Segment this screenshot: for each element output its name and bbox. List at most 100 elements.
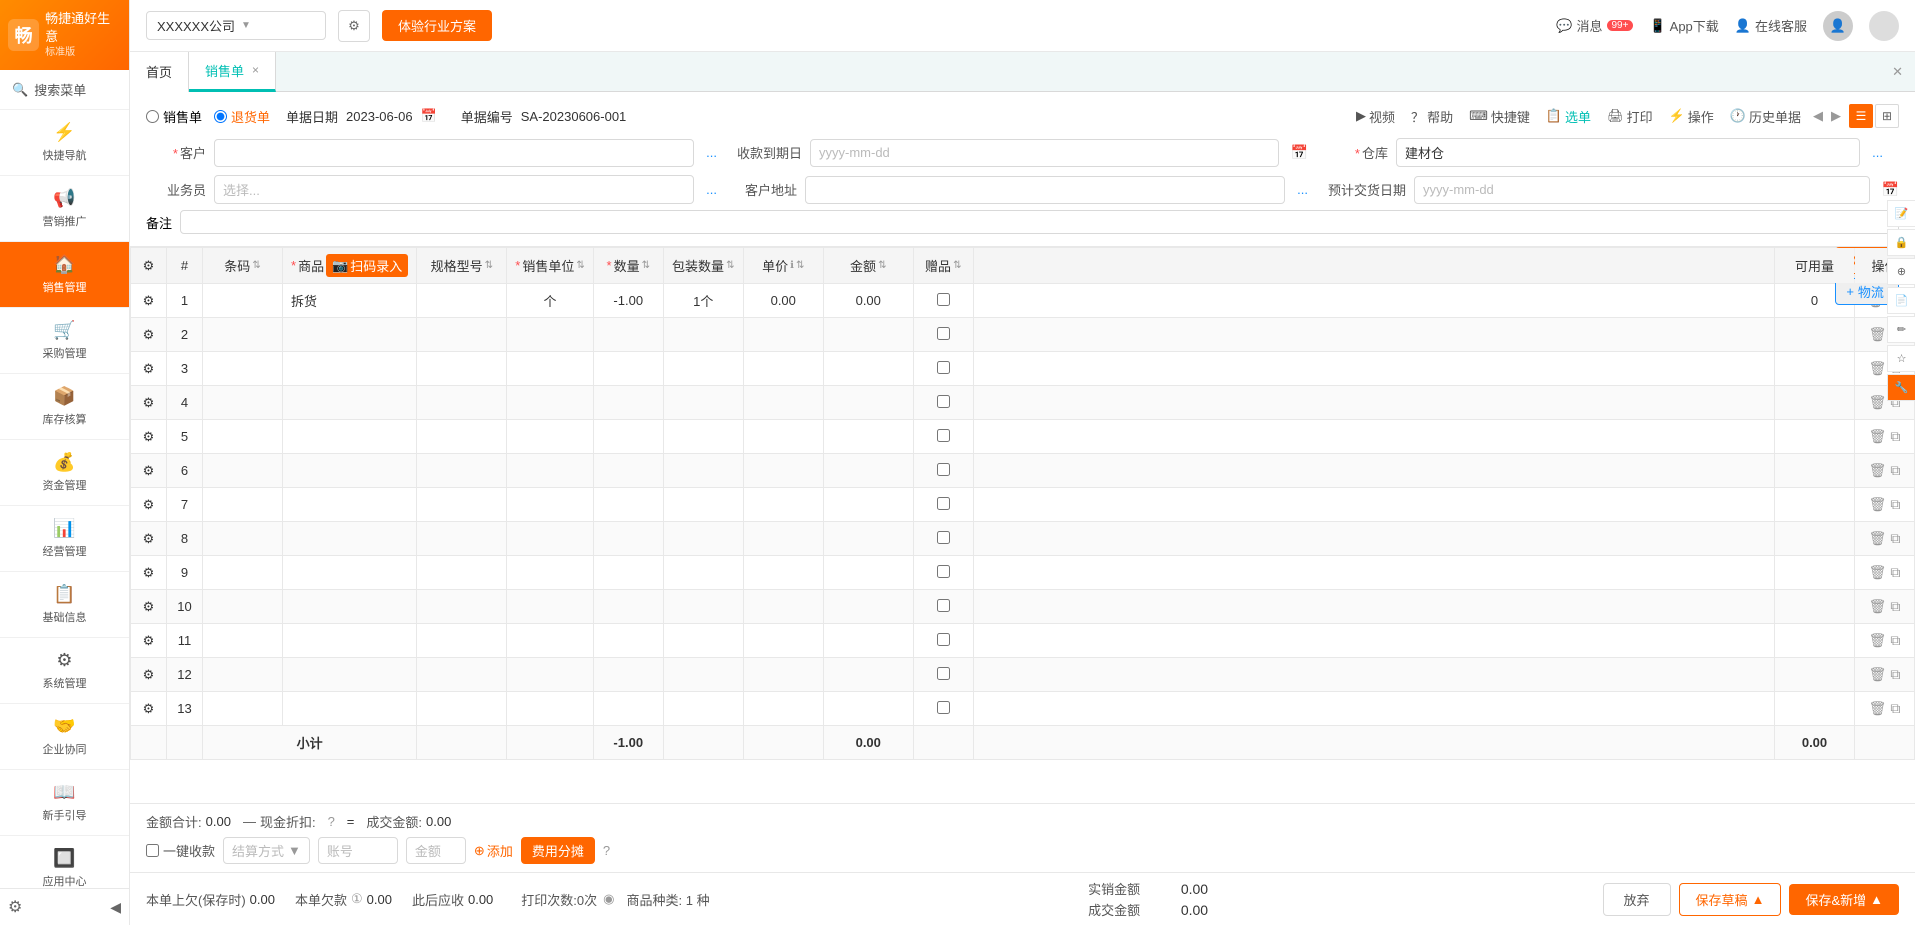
delete-btn[interactable]: 🗑 xyxy=(1869,496,1887,512)
gift-checkbox[interactable] xyxy=(937,395,950,408)
gift-checkbox[interactable] xyxy=(937,667,950,680)
print-btn[interactable]: 🖨 打印 xyxy=(1603,105,1657,128)
gift-checkbox[interactable] xyxy=(937,565,950,578)
grid-view-btn[interactable]: ⊞ xyxy=(1875,104,1899,128)
row-unit[interactable]: 个 xyxy=(507,284,593,318)
tab-home[interactable]: 首页 xyxy=(130,52,189,92)
tab-close-btn[interactable]: × xyxy=(252,63,259,77)
payment-method-select[interactable]: 结算方式 ▼ xyxy=(223,837,310,864)
sidebar-item-finance[interactable]: 💰 资金管理 xyxy=(0,440,129,506)
app-download-btn[interactable]: 📱 App下载 xyxy=(1649,16,1718,35)
th-barcode[interactable]: 条码⇅ xyxy=(203,248,283,284)
delete-btn[interactable]: 🗑 xyxy=(1869,666,1887,682)
sidebar-search[interactable]: 🔍 搜索菜单 xyxy=(0,70,129,110)
radio-sale-input[interactable] xyxy=(146,110,159,123)
float-btn-7[interactable]: 🔧 xyxy=(1887,374,1915,401)
copy-btn[interactable]: ⧉ xyxy=(1890,428,1900,444)
gift-checkbox[interactable] xyxy=(937,599,950,612)
gift-checkbox[interactable] xyxy=(937,429,950,442)
warehouse-more-btn[interactable]: ... xyxy=(1872,145,1883,160)
sidebar-item-system[interactable]: ⚙ 系统管理 xyxy=(0,638,129,704)
row-amount[interactable]: 0.00 xyxy=(823,284,913,318)
row-product[interactable]: 拆货 xyxy=(283,284,417,318)
gift-checkbox[interactable] xyxy=(937,361,950,374)
sidebar-item-sales[interactable]: 🏠 销售管理 xyxy=(0,242,129,308)
sidebar-collapse-btn[interactable]: ◀ xyxy=(110,899,121,916)
scan-btn[interactable]: 📷 扫码录入 xyxy=(326,254,408,277)
th-pkg[interactable]: 包装数量⇅ xyxy=(663,248,743,284)
list-view-btn[interactable]: ☰ xyxy=(1849,104,1873,128)
draft-btn[interactable]: 保存草稿 ▲ xyxy=(1679,883,1782,916)
payment-date-calendar-icon[interactable]: 📅 xyxy=(1291,144,1308,161)
account-input[interactable]: 账号 xyxy=(318,837,398,864)
select-btn[interactable]: 📋 选单 xyxy=(1542,105,1595,128)
float-btn-1[interactable]: 📝 xyxy=(1887,200,1915,227)
customer-input[interactable] xyxy=(214,139,694,167)
th-spec[interactable]: 规格型号⇅ xyxy=(417,248,507,284)
help-btn[interactable]: ？ 帮助 xyxy=(1407,105,1457,128)
sidebar-item-marketing[interactable]: 📢 营销推广 xyxy=(0,176,129,242)
float-btn-5[interactable]: ✏ xyxy=(1887,316,1915,343)
video-btn[interactable]: ▶ 视频 xyxy=(1352,105,1399,128)
topbar-settings-btn[interactable]: ⚙ xyxy=(338,10,370,42)
th-settings[interactable]: ⚙ xyxy=(131,248,167,284)
gift-checkbox[interactable] xyxy=(937,701,950,714)
customer-addr-more-btn[interactable]: ... xyxy=(1297,182,1308,197)
help-circle-icon[interactable]: ? xyxy=(328,814,335,829)
sidebar-item-enterprise[interactable]: 🤝 企业协同 xyxy=(0,704,129,770)
delete-btn[interactable]: 🗑 xyxy=(1869,598,1887,614)
th-product[interactable]: * 商品 📷 扫码录入 xyxy=(283,248,417,284)
salesperson-input[interactable]: 选择... xyxy=(214,175,694,204)
gift-checkbox[interactable] xyxy=(937,293,950,306)
delete-btn[interactable]: 🗑 xyxy=(1869,462,1887,478)
delete-btn[interactable]: 🗑 xyxy=(1869,428,1887,444)
user-avatar2[interactable] xyxy=(1869,11,1899,41)
th-gift[interactable]: 赠品⇅ xyxy=(913,248,973,284)
row-pkg[interactable]: 1个 xyxy=(663,284,743,318)
tab-bar-close-btn[interactable]: ✕ xyxy=(1892,64,1915,80)
payment-date-input[interactable]: yyyy-mm-dd xyxy=(810,139,1279,167)
float-btn-3[interactable]: ⊕ xyxy=(1887,258,1915,285)
next-btn[interactable]: ▶ xyxy=(1831,108,1841,124)
delete-btn[interactable]: 🗑 xyxy=(1869,394,1887,410)
trial-btn[interactable]: 体验行业方案 xyxy=(382,10,492,41)
copy-btn[interactable]: ⧉ xyxy=(1890,666,1900,682)
save-new-btn[interactable]: 保存&新增 ▲ xyxy=(1789,884,1899,915)
gift-checkbox[interactable] xyxy=(937,327,950,340)
spec-sort-icon[interactable]: ⇅ xyxy=(485,260,493,271)
row-barcode[interactable] xyxy=(203,284,283,318)
gift-checkbox[interactable] xyxy=(937,497,950,510)
freebie-help-icon[interactable]: ? xyxy=(603,843,610,858)
gift-checkbox[interactable] xyxy=(937,531,950,544)
sidebar-item-quick-nav[interactable]: ⚡ 快捷导航 xyxy=(0,110,129,176)
payment-checkbox[interactable]: 一键收款 xyxy=(146,841,215,860)
product-kind-icon[interactable]: ◉ xyxy=(603,891,614,907)
copy-btn[interactable]: ⧉ xyxy=(1890,462,1900,478)
th-qty[interactable]: *数量⇅ xyxy=(593,248,663,284)
delete-btn[interactable]: 🗑 xyxy=(1869,700,1887,716)
sidebar-item-appstore[interactable]: 🔲 应用中心 xyxy=(0,836,129,888)
shortcut-btn[interactable]: ⌨ 快捷键 xyxy=(1465,105,1534,128)
warehouse-input[interactable]: 建材仓 xyxy=(1396,138,1860,167)
delete-btn[interactable]: 🗑 xyxy=(1869,530,1887,546)
delivery-date-calendar-icon[interactable]: 📅 xyxy=(1882,181,1899,198)
radio-return[interactable]: 退货单 xyxy=(214,107,270,126)
unit-sort-icon[interactable]: ⇅ xyxy=(576,260,584,271)
delivery-date-input[interactable]: yyyy-mm-dd xyxy=(1414,176,1870,204)
pkg-sort-icon[interactable]: ⇅ xyxy=(726,260,734,271)
message-btn[interactable]: 💬 消息 99+ xyxy=(1556,16,1633,35)
qty-sort-icon[interactable]: ⇅ xyxy=(642,260,650,271)
th-available[interactable]: 可用量 xyxy=(1775,248,1855,284)
sidebar-item-guide[interactable]: 📖 新手引导 xyxy=(0,770,129,836)
add-payment-btn[interactable]: ⊕ 添加 xyxy=(474,841,513,860)
row-qty[interactable]: -1.00 xyxy=(593,284,663,318)
barcode-sort-icon[interactable]: ⇅ xyxy=(252,260,260,271)
abandon-btn[interactable]: 放弃 xyxy=(1603,883,1671,916)
copy-btn[interactable]: ⧉ xyxy=(1890,530,1900,546)
gift-sort-icon[interactable]: ⇅ xyxy=(953,260,961,271)
radio-return-input[interactable] xyxy=(214,110,227,123)
history-btn[interactable]: 🕐 历史单据 xyxy=(1726,105,1805,128)
amount-sort-icon[interactable]: ⇅ xyxy=(878,260,886,271)
row-settings[interactable]: ⚙ xyxy=(131,284,167,318)
radio-sale[interactable]: 销售单 xyxy=(146,107,202,126)
